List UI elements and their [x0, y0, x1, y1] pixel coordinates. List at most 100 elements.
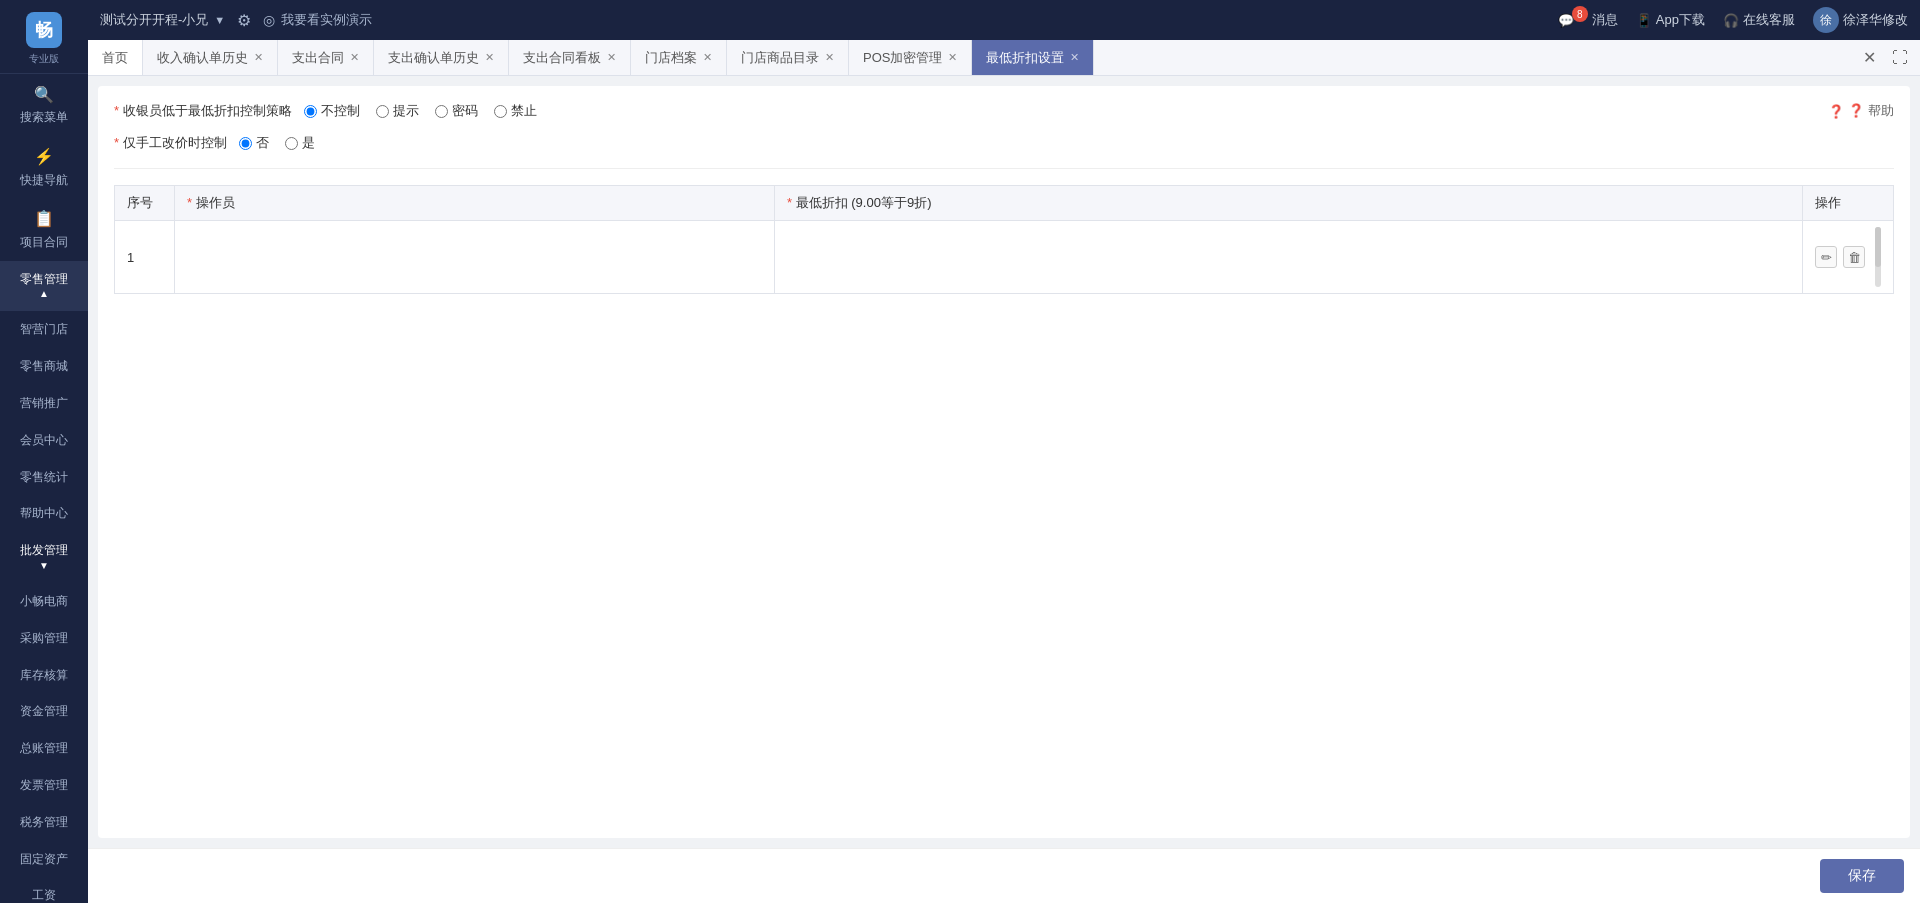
tab-payment-history-close-icon[interactable]: ✕ [485, 51, 494, 64]
row-min-discount[interactable] [775, 221, 1803, 294]
sidebar-item-label: 零售商城 [20, 358, 68, 375]
radio-yes-input[interactable] [285, 137, 298, 150]
radio-forbidden[interactable]: 禁止 [494, 102, 537, 120]
tab-pos-encryption-close-icon[interactable]: ✕ [948, 51, 957, 64]
sidebar-item-smart-store[interactable]: 智营门店 [0, 311, 88, 348]
sidebar-item-label: 项目合同 [20, 234, 68, 251]
app-download-btn[interactable]: 📱 App下载 [1636, 11, 1705, 29]
sidebar-item-project-contract[interactable]: 📋 项目合同 [0, 198, 88, 260]
tab-min-discount-close-icon[interactable]: ✕ [1070, 51, 1079, 64]
row-actions: ✏ 🗑 [1803, 221, 1894, 294]
edit-row-button[interactable]: ✏ [1815, 246, 1837, 268]
radio-prompt-input[interactable] [376, 105, 389, 118]
tab-close-all-icon[interactable]: ✕ [1859, 46, 1880, 69]
logo-icon: 畅 [26, 12, 62, 48]
sidebar-item-payroll[interactable]: 工资 [0, 877, 88, 903]
sidebar-item-ecommerce[interactable]: 小畅电商 [0, 583, 88, 620]
sidebar-item-purchase-mgmt[interactable]: 采购管理 [0, 620, 88, 657]
online-service-btn[interactable]: 🎧 在线客服 [1723, 11, 1795, 29]
min-discount-input[interactable] [787, 250, 1790, 265]
content-area: ❓ ❓ 帮助 收银员低于最低折扣控制策略 不控制 提示 [88, 76, 1920, 848]
sidebar-item-ledger[interactable]: 总账管理 [0, 730, 88, 767]
sidebar-item-search[interactable]: 🔍 搜索菜单 [0, 74, 88, 136]
sidebar-item-help-center[interactable]: 帮助中心 [0, 495, 88, 532]
sidebar-item-quick-nav[interactable]: ⚡ 快捷导航 [0, 136, 88, 198]
manual-price-row: 仅手工改价时控制 否 是 [114, 134, 1894, 152]
page-card: ❓ ❓ 帮助 收银员低于最低折扣控制策略 不控制 提示 [98, 86, 1910, 838]
sidebar-item-retail-mall[interactable]: 零售商城 [0, 348, 88, 385]
radio-no-control[interactable]: 不控制 [304, 102, 360, 120]
radio-no-control-input[interactable] [304, 105, 317, 118]
tab-pos-encryption[interactable]: POS加密管理 ✕ [849, 40, 972, 76]
radio-no-input[interactable] [239, 137, 252, 150]
tab-payment-overview-close-icon[interactable]: ✕ [607, 51, 616, 64]
discount-table: 序号 操作员 最低折扣 (9.00等于9折) 操作 1 [114, 185, 1894, 294]
sidebar-item-label: 零售统计 [20, 469, 68, 486]
tab-payment-contract-label: 支出合同 [292, 49, 344, 67]
user-menu-btn[interactable]: 徐 徐泽华修改 [1813, 7, 1908, 33]
tab-home[interactable]: 首页 [88, 40, 143, 76]
demo-link[interactable]: ◎ 我要看实例演示 [263, 11, 372, 29]
lightning-icon: ⚡ [34, 146, 54, 168]
operator-input[interactable] [187, 250, 762, 265]
sidebar-item-label: 发票管理 [20, 777, 68, 794]
tab-min-discount[interactable]: 最低折扣设置 ✕ [972, 40, 1094, 76]
table-wrapper: 序号 操作员 最低折扣 (9.00等于9折) 操作 1 [114, 185, 1894, 822]
app-logo: 畅 专业版 [0, 0, 88, 74]
delete-row-button[interactable]: 🗑 [1843, 246, 1865, 268]
contract-icon: 📋 [34, 208, 54, 230]
sidebar-item-invoice-mgmt[interactable]: 发票管理 [0, 767, 88, 804]
tab-payment-history[interactable]: 支出确认单历史 ✕ [374, 40, 509, 76]
tab-store-products-close-icon[interactable]: ✕ [825, 51, 834, 64]
radio-password[interactable]: 密码 [435, 102, 478, 120]
table-scrollbar[interactable] [1875, 227, 1881, 287]
search-icon: 🔍 [34, 84, 54, 106]
sidebar-item-retail-mgmt[interactable]: 零售管理 ▲ [0, 261, 88, 312]
tab-payment-contract[interactable]: 支出合同 ✕ [278, 40, 374, 76]
table-row: 1 ✏ 🗑 [115, 221, 1894, 294]
radio-password-input[interactable] [435, 105, 448, 118]
save-button[interactable]: 保存 [1820, 859, 1904, 893]
tab-store-file[interactable]: 门店档案 ✕ [631, 40, 727, 76]
cashier-policy-label: 收银员低于最低折扣控制策略 [114, 102, 292, 120]
tab-store-file-close-icon[interactable]: ✕ [703, 51, 712, 64]
manual-price-radio-group: 否 是 [239, 134, 315, 152]
sidebar-item-label: 库存核算 [20, 667, 68, 684]
radio-yes[interactable]: 是 [285, 134, 315, 152]
sidebar-item-fixed-assets[interactable]: 固定资产 [0, 841, 88, 878]
help-button[interactable]: ❓ ❓ 帮助 [1828, 102, 1894, 120]
tab-payment-contract-close-icon[interactable]: ✕ [350, 51, 359, 64]
radio-forbidden-input[interactable] [494, 105, 507, 118]
avatar: 徐 [1813, 7, 1839, 33]
project-selector[interactable]: 测试分开开程-小兄 ▼ [100, 11, 225, 29]
sidebar-item-batch-mgmt[interactable]: 批发管理 ▼ [0, 532, 88, 583]
radio-prompt[interactable]: 提示 [376, 102, 419, 120]
app-download-icon: 📱 [1636, 13, 1652, 28]
tab-income-history-label: 收入确认单历史 [157, 49, 248, 67]
tab-expand-icon[interactable]: ⛶ [1888, 47, 1912, 69]
sidebar-item-finance[interactable]: 资金管理 [0, 693, 88, 730]
row-operator[interactable] [175, 221, 775, 294]
logo-symbol: 畅 [35, 18, 53, 42]
sidebar-item-label: 营销推广 [20, 395, 68, 412]
message-btn[interactable]: 💬 8 消息 [1558, 11, 1618, 29]
sidebar-item-tax-mgmt[interactable]: 税务管理 [0, 804, 88, 841]
message-badge: 8 [1572, 6, 1588, 22]
radio-no[interactable]: 否 [239, 134, 269, 152]
tab-payment-overview[interactable]: 支出合同看板 ✕ [509, 40, 631, 76]
scrollbar-thumb [1875, 227, 1881, 267]
sidebar-item-inventory[interactable]: 库存核算 [0, 657, 88, 694]
sidebar: 畅 专业版 🔍 搜索菜单 ⚡ 快捷导航 📋 项目合同 零售管理 ▲ 智营门店 零… [0, 0, 88, 903]
sidebar-item-member-center[interactable]: 会员中心 [0, 422, 88, 459]
sidebar-item-label: 帮助中心 [20, 505, 68, 522]
tab-income-history-close-icon[interactable]: ✕ [254, 51, 263, 64]
radio-no-control-label: 不控制 [321, 102, 360, 120]
sidebar-item-label: 搜索菜单 [20, 109, 68, 126]
topbar-settings-icon[interactable]: ⚙ [237, 11, 251, 30]
tab-store-products[interactable]: 门店商品目录 ✕ [727, 40, 849, 76]
tab-payment-overview-label: 支出合同看板 [523, 49, 601, 67]
tab-income-history[interactable]: 收入确认单历史 ✕ [143, 40, 278, 76]
sidebar-item-marketing[interactable]: 营销推广 [0, 385, 88, 422]
sidebar-item-label: 资金管理 [20, 703, 68, 720]
sidebar-item-retail-stats[interactable]: 零售统计 [0, 459, 88, 496]
